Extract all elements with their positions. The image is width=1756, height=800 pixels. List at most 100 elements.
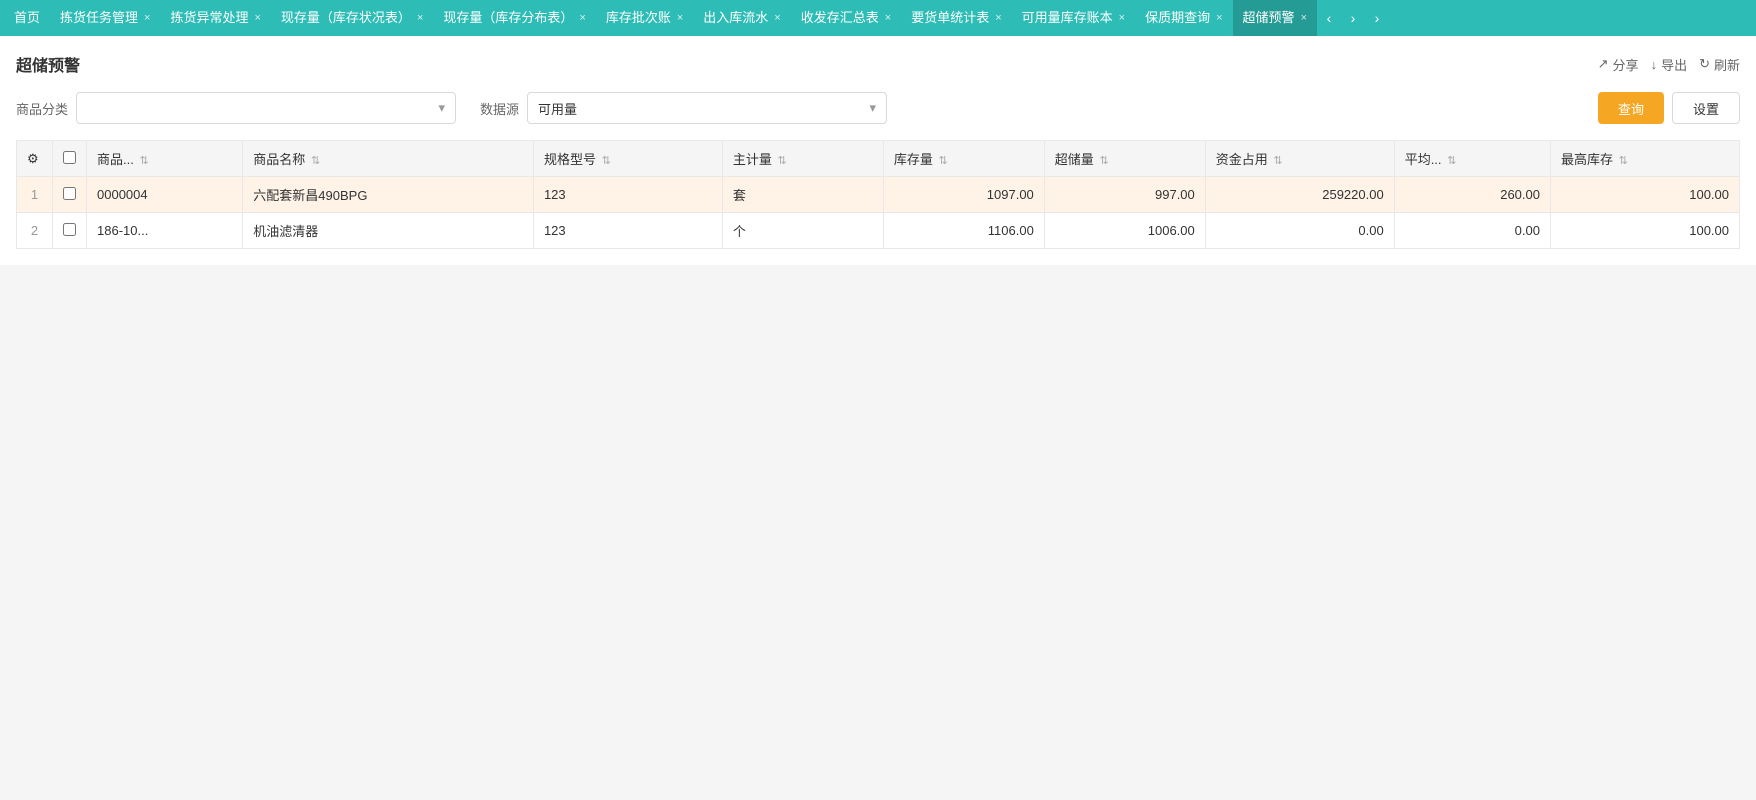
row-num: 1: [17, 177, 53, 213]
nav-tab-3-close[interactable]: ×: [417, 0, 423, 36]
col-product-code-label: 商品...: [97, 152, 134, 167]
nav-tab-6-label: 出入库流水: [703, 0, 768, 36]
nav-more-button[interactable]: ›: [1365, 0, 1389, 36]
page-title: 超储预警: [16, 52, 80, 76]
nav-tab-4[interactable]: 现存量（库存分布表） ×: [433, 0, 595, 36]
col-stock-sort: [938, 156, 947, 167]
nav-tab-9-label: 可用量库存账本: [1022, 0, 1113, 36]
row-product-code: 186-10...: [87, 213, 243, 249]
row-checkbox-cell[interactable]: [53, 213, 87, 249]
table-row: 1 0000004 六配套新昌490BPG 123 套 1097.00 997.…: [17, 177, 1740, 213]
nav-tab-1-label: 拣货任务管理: [60, 0, 138, 36]
nav-tab-5-label: 库存批次账: [606, 0, 671, 36]
col-stock[interactable]: 库存量: [883, 141, 1044, 177]
share-label: 分享: [1613, 55, 1639, 74]
col-checkbox[interactable]: [53, 141, 87, 177]
col-overstock[interactable]: 超储量: [1044, 141, 1205, 177]
row-checkbox[interactable]: [63, 223, 76, 236]
table-row: 2 186-10... 机油滤清器 123 个 1106.00 1006.00 …: [17, 213, 1740, 249]
nav-tab-6[interactable]: 出入库流水 ×: [693, 0, 790, 36]
gear-icon[interactable]: ⚙: [27, 151, 39, 166]
col-capital[interactable]: 资金占用: [1205, 141, 1394, 177]
nav-tab-1[interactable]: 拣货任务管理 ×: [50, 0, 160, 36]
nav-prev-button[interactable]: ‹: [1317, 0, 1341, 36]
product-category-select[interactable]: [76, 92, 456, 124]
product-category-group: 商品分类: [16, 92, 456, 124]
nav-tab-8-close[interactable]: ×: [995, 0, 1001, 36]
nav-tab-2-close[interactable]: ×: [254, 0, 260, 36]
datasource-value: 可用量: [538, 99, 577, 118]
row-spec: 123: [533, 177, 722, 213]
nav-tab-3-label: 现存量（库存状况表）: [281, 0, 411, 36]
share-icon: ↗: [1598, 56, 1609, 72]
nav-tab-home[interactable]: 首页: [4, 0, 50, 36]
query-button[interactable]: 查询: [1598, 92, 1664, 124]
row-overstock: 997.00: [1044, 177, 1205, 213]
export-icon: ↓: [1651, 57, 1658, 72]
header-actions: ↗ 分享 ↓ 导出 ↻ 刷新: [1598, 55, 1740, 74]
nav-tab-2[interactable]: 拣货异常处理 ×: [160, 0, 270, 36]
col-max-stock[interactable]: 最高库存: [1550, 141, 1739, 177]
row-spec: 123: [533, 213, 722, 249]
refresh-button[interactable]: ↻ 刷新: [1699, 55, 1740, 74]
nav-tab-5[interactable]: 库存批次账 ×: [596, 0, 693, 36]
nav-tab-2-label: 拣货异常处理: [170, 0, 248, 36]
nav-tab-3[interactable]: 现存量（库存状况表） ×: [271, 0, 433, 36]
nav-tab-7-close[interactable]: ×: [885, 0, 891, 36]
col-overstock-label: 超储量: [1055, 152, 1094, 167]
row-checkbox-cell[interactable]: [53, 177, 87, 213]
col-product-name[interactable]: 商品名称: [243, 141, 534, 177]
nav-tab-10-close[interactable]: ×: [1216, 0, 1222, 36]
row-capital: 259220.00: [1205, 177, 1394, 213]
row-unit: 套: [722, 177, 883, 213]
datasource-select[interactable]: 可用量: [527, 92, 887, 124]
nav-tab-4-label: 现存量（库存分布表）: [443, 0, 573, 36]
col-max-stock-label: 最高库存: [1561, 152, 1613, 167]
data-table: ⚙ 商品... 商品名称 规格型号 主计量: [16, 140, 1740, 249]
datasource-chevron: [870, 100, 877, 116]
nav-tab-5-close[interactable]: ×: [677, 0, 683, 36]
nav-tab-11-label: 超储预警: [1243, 0, 1295, 36]
row-product-code: 0000004: [87, 177, 243, 213]
col-spec[interactable]: 规格型号: [533, 141, 722, 177]
col-spec-sort: [602, 156, 611, 167]
col-avg[interactable]: 平均...: [1394, 141, 1550, 177]
col-spec-label: 规格型号: [544, 152, 596, 167]
col-stock-label: 库存量: [894, 152, 933, 167]
col-unit-label: 主计量: [733, 152, 772, 167]
nav-tab-4-close[interactable]: ×: [579, 0, 585, 36]
nav-tab-11-close[interactable]: ×: [1301, 0, 1307, 36]
nav-tab-8-label: 要货单统计表: [911, 0, 989, 36]
nav-tab-10[interactable]: 保质期查询 ×: [1135, 0, 1232, 36]
row-avg: 0.00: [1394, 213, 1550, 249]
nav-tab-11[interactable]: 超储预警 ×: [1233, 0, 1317, 36]
nav-tab-9[interactable]: 可用量库存账本 ×: [1012, 0, 1135, 36]
nav-tab-6-close[interactable]: ×: [774, 0, 780, 36]
select-all-checkbox[interactable]: [63, 151, 76, 164]
col-max-stock-sort: [1619, 156, 1628, 167]
settings-button[interactable]: 设置: [1672, 92, 1740, 124]
nav-tab-8[interactable]: 要货单统计表 ×: [901, 0, 1011, 36]
col-unit[interactable]: 主计量: [722, 141, 883, 177]
row-max-stock: 100.00: [1550, 177, 1739, 213]
nav-tab-1-close[interactable]: ×: [144, 0, 150, 36]
row-product-name: 六配套新昌490BPG: [243, 177, 534, 213]
nav-tab-7[interactable]: 收发存汇总表 ×: [791, 0, 901, 36]
col-product-code[interactable]: 商品...: [87, 141, 243, 177]
row-capital: 0.00: [1205, 213, 1394, 249]
filter-actions: 查询 设置: [1598, 92, 1740, 124]
export-label: 导出: [1661, 55, 1687, 74]
row-overstock: 1006.00: [1044, 213, 1205, 249]
datasource-label: 数据源: [480, 99, 519, 118]
col-gear[interactable]: ⚙: [17, 141, 53, 177]
nav-next-button[interactable]: ›: [1341, 0, 1365, 36]
col-capital-sort: [1273, 156, 1282, 167]
export-button[interactable]: ↓ 导出: [1651, 55, 1688, 74]
share-button[interactable]: ↗ 分享: [1598, 55, 1639, 74]
nav-tab-7-label: 收发存汇总表: [801, 0, 879, 36]
nav-tab-9-close[interactable]: ×: [1119, 0, 1125, 36]
nav-tab-home-label: 首页: [14, 0, 40, 36]
row-checkbox[interactable]: [63, 187, 76, 200]
col-avg-label: 平均...: [1405, 152, 1442, 167]
row-stock: 1097.00: [883, 177, 1044, 213]
